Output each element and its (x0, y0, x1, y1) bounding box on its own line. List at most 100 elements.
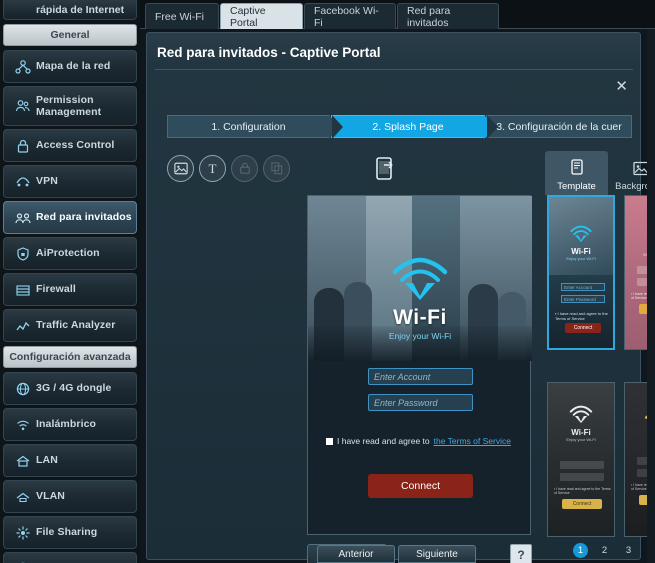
chart-icon (10, 318, 36, 334)
sidebar-item-label: VLAN (36, 490, 65, 503)
sidebar-item-vlan[interactable]: VLAN (3, 480, 137, 513)
sidebar-item-network-map[interactable]: Mapa de la red (3, 50, 137, 83)
globe-icon (10, 381, 36, 397)
terms-link[interactable]: the Terms of Service (434, 436, 511, 446)
step-label: 2. Splash Page (372, 120, 444, 133)
shield-icon (10, 246, 36, 262)
thumb-brand: Wi-Fi Enjoy your Wi-Fi (548, 405, 614, 442)
vlan-icon (10, 489, 36, 505)
preview-subtitle: Enjoy your Wi-Fi (388, 331, 452, 341)
sidebar: rápida de Internet General Mapa de la re… (0, 0, 140, 563)
lock-icon (10, 138, 36, 154)
tab-label: Captive Portal (230, 4, 266, 29)
thumb-password-field (560, 473, 604, 481)
thumb-sub: Enjoy your Wi-Fi (566, 437, 596, 442)
next-label: Siguiente (416, 548, 458, 560)
preview-brand: Wi-Fi Enjoy your Wi-Fi (308, 256, 532, 341)
vpn-icon (10, 174, 36, 190)
title-divider (155, 69, 633, 70)
template-icon (569, 159, 585, 179)
previous-button[interactable]: Anterior (317, 545, 395, 563)
thumb-title: Wi-Fi (571, 428, 591, 437)
text-icon[interactable]: T (199, 155, 226, 182)
sidebar-item-label: rápida de Internet (36, 3, 125, 16)
sidebar-item-label: 3G / 4G dongle (36, 382, 112, 395)
tab-bar: Free Wi-Fi Captive Portal Facebook Wi-Fi… (140, 0, 655, 29)
sidebar-item-vpn[interactable]: VPN (3, 165, 137, 198)
terms-agreement-row[interactable]: I have read and agree to the Terms of Se… (326, 436, 526, 446)
step-notch (332, 115, 343, 139)
sidebar-item-3g-4g-dongle[interactable]: 3G / 4G dongle (3, 372, 137, 405)
lock-icon[interactable] (231, 155, 258, 182)
tab-label: Red para invitados (407, 4, 451, 29)
thumb-terms: ▪ I have read and agree to the Terms of … (554, 487, 611, 495)
wifi-logo-icon (389, 256, 451, 305)
guest-network-icon (10, 210, 36, 226)
next-button[interactable]: Siguiente (398, 545, 476, 563)
sidebar-item-label: Inalámbrico (36, 418, 97, 431)
step-label: 3. Configuración de la cuer (496, 120, 622, 133)
tab-captive-portal[interactable]: Captive Portal (220, 3, 303, 29)
content-panel: Red para invitados - Captive Portal ✕ 1.… (146, 32, 655, 563)
mode-tab-label: Template (557, 181, 596, 192)
mobile-preview-icon[interactable] (375, 156, 399, 186)
tab-template[interactable]: Template (545, 151, 608, 195)
splash-preview: Wi-Fi Enjoy your Wi-Fi Enter Account Ent… (307, 195, 532, 535)
preview-background-photo: Wi-Fi Enjoy your Wi-Fi (308, 196, 532, 361)
previous-label: Anterior (338, 548, 374, 560)
sidebar-item-label: VPN (36, 175, 58, 188)
sidebar-item-lan[interactable]: LAN (3, 444, 137, 477)
sidebar-item-firewall[interactable]: Firewall (3, 273, 137, 306)
users-icon (10, 98, 36, 114)
sidebar-item-label: Mapa de la red (36, 60, 111, 73)
sidebar-item-label: Traffic Analyzer (36, 319, 116, 332)
lan-icon (10, 453, 36, 469)
step-3-account-config[interactable]: 3. Configuración de la cuer (486, 115, 632, 139)
step-indicator: 1. Configuration 2. Splash Page 3. Confi… (162, 85, 632, 139)
tab-free-wifi[interactable]: Free Wi-Fi (145, 3, 219, 29)
tab-label: Facebook Wi-Fi (314, 4, 379, 29)
sidebar-group-general: General (3, 24, 137, 46)
sidebar-item-traffic-analyzer[interactable]: Traffic Analyzer (3, 309, 137, 342)
tab-facebook-wifi[interactable]: Facebook Wi-Fi (304, 3, 396, 29)
sidebar-item-label: Permission Management (36, 93, 102, 118)
sidebar-item-label: Access Control (36, 139, 115, 152)
sidebar-item-aiprotection[interactable]: AiProtection (3, 237, 137, 270)
step-2-splash-page[interactable]: 2. Splash Page (331, 115, 495, 139)
scrollbar-vertical[interactable] (647, 29, 655, 563)
sidebar-item-guest-network[interactable]: Red para invitados (3, 201, 137, 234)
sidebar-group-advanced: Configuración avanzada (3, 346, 137, 368)
template-thumb-3[interactable]: Wi-Fi Enjoy your Wi-Fi ▪ I have read and… (547, 382, 615, 537)
tab-guest-network[interactable]: Red para invitados (397, 3, 499, 29)
image-icon[interactable] (167, 155, 194, 182)
terms-checkbox[interactable] (326, 437, 333, 445)
connect-label: Connect (400, 480, 441, 492)
password-input[interactable]: Enter Password (368, 394, 473, 411)
sidebar-item-label: LAN (36, 454, 58, 467)
sidebar-item-permission-management[interactable]: Permission Management (3, 86, 137, 126)
template-thumbnail-grid: Wi-Fi Enjoy your Wi-Fi Enter Account Ent… (547, 195, 655, 540)
password-placeholder-text: Enter Password (374, 397, 438, 408)
sidebar-item-label: Firewall (36, 283, 76, 296)
file-sharing-icon (10, 525, 36, 541)
copy-icon[interactable] (263, 155, 290, 182)
sidebar-item-wireless[interactable]: Inalámbrico (3, 408, 137, 441)
sidebar-item-quick-internet[interactable]: rápida de Internet (3, 0, 137, 20)
step-1-configuration[interactable]: 1. Configuration (167, 115, 340, 139)
thumb-account-field (560, 461, 604, 469)
account-placeholder-text: Enter Account (374, 371, 431, 382)
connect-button[interactable]: Connect (368, 474, 473, 498)
sidebar-item-label: AiProtection (36, 247, 100, 260)
app-root: rápida de Internet General Mapa de la re… (0, 0, 655, 563)
network-map-icon (10, 59, 36, 75)
account-input[interactable]: Enter Account (368, 368, 473, 385)
thumb-title: Wi-Fi (571, 247, 591, 256)
sidebar-item-label: Red para invitados (36, 211, 132, 224)
preview-title: Wi-Fi (393, 306, 447, 329)
thumb-account-field: Enter Account (561, 283, 605, 291)
template-thumb-1[interactable]: Wi-Fi Enjoy your Wi-Fi Enter Account Ent… (547, 195, 615, 350)
mode-tab-bar: Template Background Editor (545, 151, 655, 197)
sidebar-item-access-control[interactable]: Access Control (3, 129, 137, 162)
sidebar-item-label: File Sharing (36, 526, 98, 539)
thumb-password-field: Enter Password (561, 295, 605, 303)
